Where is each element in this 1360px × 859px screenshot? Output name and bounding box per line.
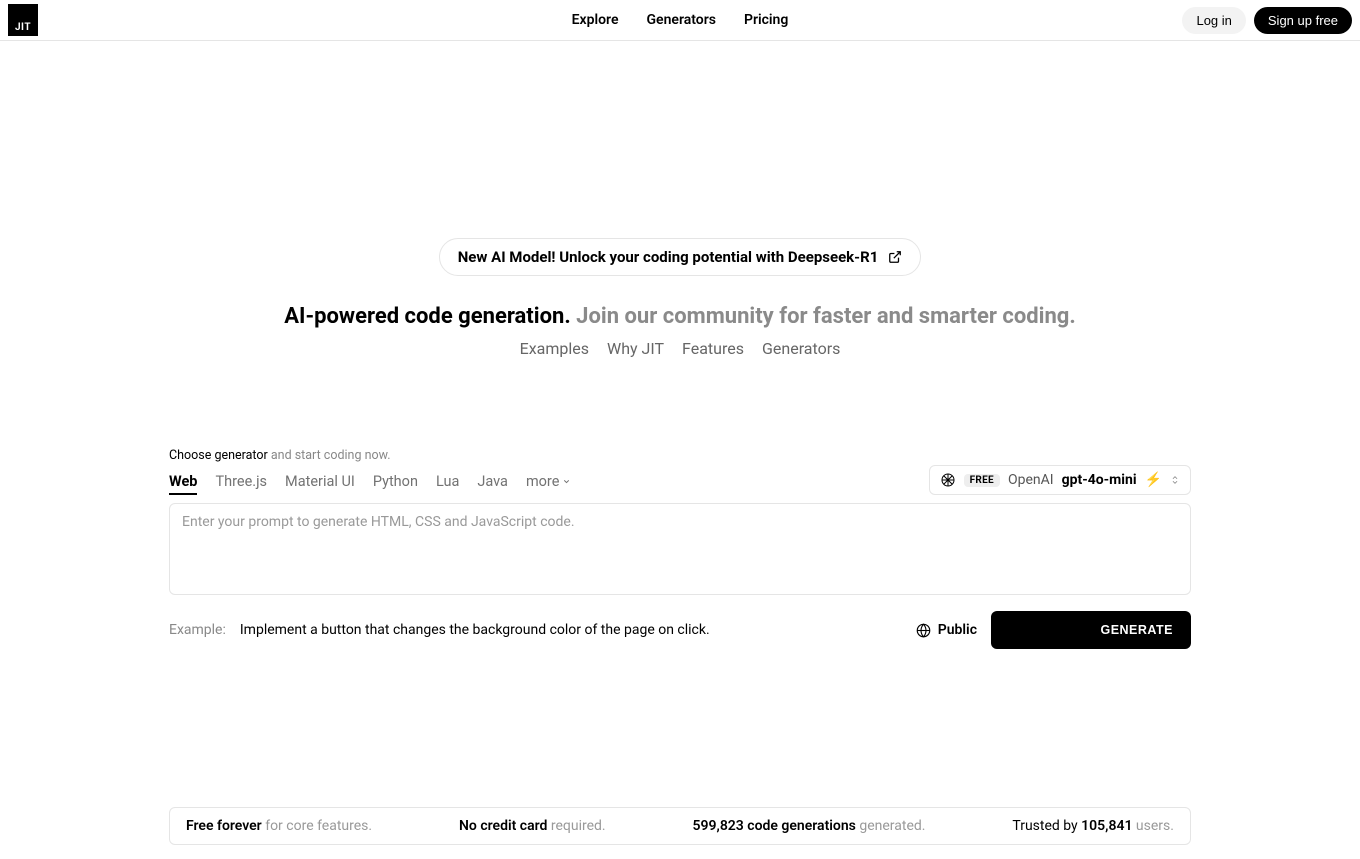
top-header: JIT Explore Generators Pricing Log in Si…: [0, 0, 1360, 41]
hero-title-bold: AI-powered code generation.: [284, 304, 570, 329]
nav-generators[interactable]: Generators: [647, 12, 716, 28]
model-name: gpt-4o-mini: [1062, 472, 1137, 488]
below-prompt-row: Example: Implement a button that changes…: [169, 611, 1191, 649]
model-provider: OpenAI: [1008, 472, 1054, 488]
example-text[interactable]: Implement a button that changes the back…: [240, 622, 902, 638]
tab-python[interactable]: Python: [373, 473, 418, 493]
generator-top-left: Choose generator and start coding now. W…: [169, 448, 929, 495]
stat-gens-rest: generated.: [856, 818, 926, 834]
stat-free-rest: for core features.: [262, 818, 372, 834]
stat-users-pre: Trusted by: [1012, 818, 1081, 834]
signup-button[interactable]: Sign up free: [1254, 7, 1352, 34]
tab-java[interactable]: Java: [477, 473, 508, 493]
subnav-why[interactable]: Why JIT: [607, 339, 664, 358]
chevrons-up-down-icon: [1170, 474, 1180, 486]
nav-center: Explore Generators Pricing: [572, 12, 789, 28]
choose-rest: and start coding now.: [268, 448, 391, 463]
tab-web[interactable]: Web: [169, 473, 197, 495]
free-badge: FREE: [964, 474, 1000, 487]
subnav-examples[interactable]: Examples: [520, 339, 589, 358]
nav-pricing[interactable]: Pricing: [744, 12, 788, 28]
generator-section: Choose generator and start coding now. W…: [169, 448, 1191, 649]
stat-free-bold: Free forever: [186, 818, 262, 834]
stat-users: Trusted by 105,841 users.: [1012, 818, 1174, 834]
globe-icon: [916, 623, 931, 638]
prompt-input[interactable]: [169, 503, 1191, 595]
announcement-pill[interactable]: New AI Model! Unlock your coding potenti…: [439, 238, 922, 276]
stat-free: Free forever for core features.: [186, 818, 372, 834]
choose-generator-text: Choose generator and start coding now.: [169, 448, 929, 463]
tab-materialui[interactable]: Material UI: [285, 473, 355, 493]
stat-users-bold: 105,841: [1081, 818, 1132, 834]
hero-title: AI-powered code generation. Join our com…: [0, 304, 1360, 329]
nav-right: Log in Sign up free: [1182, 7, 1352, 34]
external-link-icon: [888, 250, 902, 264]
stat-nocc: No credit card required.: [459, 818, 606, 834]
nav-explore[interactable]: Explore: [572, 12, 619, 28]
announcement-text: New AI Model! Unlock your coding potenti…: [458, 248, 879, 266]
stat-gens-bold: 599,823 code generations: [693, 818, 856, 834]
generator-top-row: Choose generator and start coding now. W…: [169, 448, 1191, 495]
model-selector[interactable]: FREE OpenAI gpt-4o-mini ⚡: [929, 465, 1191, 495]
logo[interactable]: JIT: [8, 4, 38, 36]
stat-nocc-rest: required.: [547, 818, 605, 834]
generate-button[interactable]: GENERATE: [991, 611, 1191, 649]
tab-threejs[interactable]: Three.js: [215, 473, 267, 493]
generator-tabs: Web Three.js Material UI Python Lua Java…: [169, 473, 929, 495]
visibility-label: Public: [938, 622, 977, 638]
tab-lua[interactable]: Lua: [436, 473, 459, 493]
chevron-down-icon: [562, 477, 571, 486]
hero-subnav: Examples Why JIT Features Generators: [0, 339, 1360, 358]
login-button[interactable]: Log in: [1182, 7, 1245, 34]
stat-users-rest: users.: [1132, 818, 1174, 834]
stat-nocc-bold: No credit card: [459, 818, 547, 834]
choose-bold: Choose generator: [169, 448, 268, 463]
example-label: Example:: [169, 622, 226, 638]
subnav-generators[interactable]: Generators: [762, 339, 840, 358]
openai-icon: [940, 472, 956, 488]
hero: New AI Model! Unlock your coding potenti…: [0, 41, 1360, 358]
stat-gens: 599,823 code generations generated.: [693, 818, 926, 834]
hero-title-muted: Join our community for faster and smarte…: [576, 304, 1076, 329]
tab-more-label: more: [526, 473, 559, 490]
visibility-toggle[interactable]: Public: [916, 622, 977, 638]
tab-more[interactable]: more: [526, 473, 571, 493]
stats-bar: Free forever for core features. No credi…: [169, 807, 1191, 845]
bolt-icon: ⚡: [1145, 472, 1162, 488]
subnav-features[interactable]: Features: [682, 339, 744, 358]
